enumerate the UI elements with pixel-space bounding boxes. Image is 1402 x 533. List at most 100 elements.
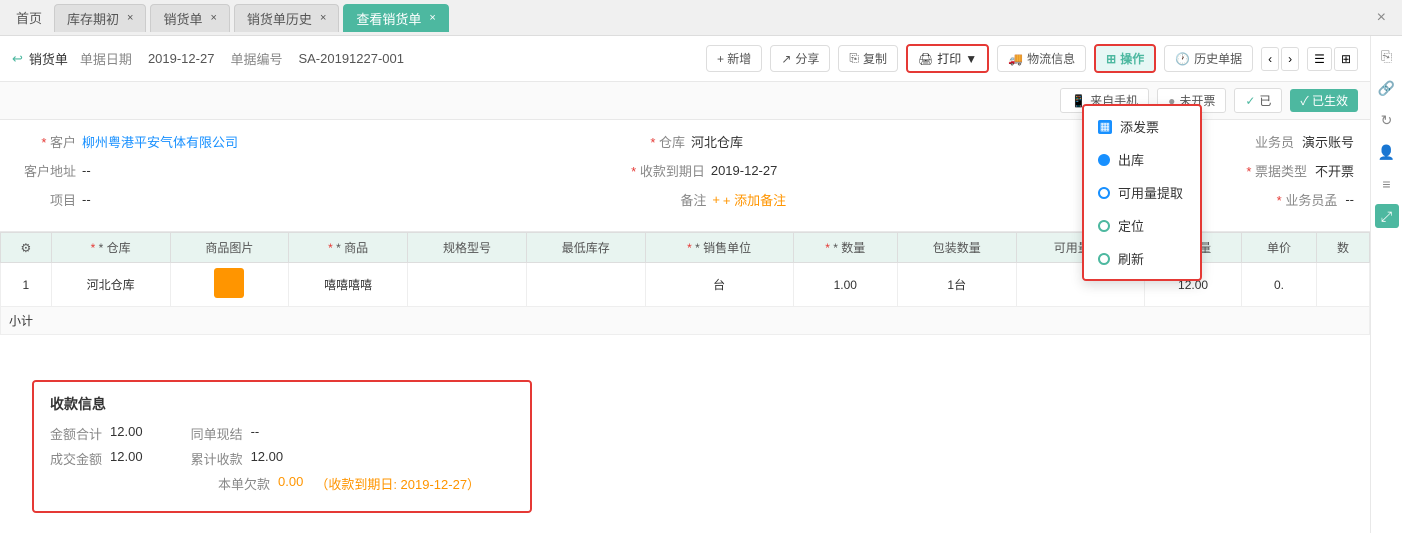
- project-label: 项目: [16, 190, 76, 209]
- row-unit: 台: [645, 263, 793, 307]
- view-buttons: ☰ ⊞: [1307, 47, 1358, 71]
- row-warehouse: 河北仓库: [51, 263, 170, 307]
- copy-icon: ⎘: [849, 51, 859, 66]
- col-min-stock: 最低库存: [526, 233, 645, 263]
- next-button[interactable]: ›: [1281, 47, 1299, 71]
- history-button[interactable]: 🕐 历史单据: [1164, 45, 1253, 72]
- payment-info-panel: 收款信息 金额合计 12.00 同单现结 -- 成交金额 12.00: [32, 380, 532, 513]
- biz-staff-value: --: [1345, 192, 1354, 207]
- sidebar-copy-icon[interactable]: ⎘: [1375, 44, 1399, 68]
- row-price: 0.: [1242, 263, 1317, 307]
- out-warehouse-label: 出库: [1118, 150, 1144, 169]
- sidebar-list-icon[interactable]: ≡: [1375, 172, 1399, 196]
- new-button[interactable]: + 新增: [706, 45, 762, 72]
- history-label: 历史单据: [1194, 50, 1242, 67]
- row-spec: [408, 263, 527, 307]
- dropdown-refresh[interactable]: 刷新: [1084, 242, 1200, 275]
- action-grid-icon: ⊞: [1106, 52, 1116, 66]
- payment-row-3: 本单欠款 0.00 （收款到期日: 2019-12-27）: [50, 474, 514, 493]
- col-gear[interactable]: ⚙: [1, 233, 52, 263]
- tab-view-sales-label: 查看销货单: [356, 9, 421, 28]
- sidebar-user-icon[interactable]: 👤: [1375, 140, 1399, 164]
- logistics-button[interactable]: 🚚 物流信息: [997, 45, 1086, 72]
- print-dropdown-arrow: ▼: [965, 52, 977, 66]
- tab-sales-history-close[interactable]: ×: [320, 12, 326, 24]
- product-image: [214, 268, 244, 298]
- list-view-button[interactable]: ☰: [1307, 47, 1332, 71]
- customer-label: 客户: [16, 132, 76, 151]
- effective-label: 已生效: [1312, 94, 1348, 108]
- no-label: 单据编号: [230, 49, 282, 68]
- transaction-item: 成交金额 12.00: [50, 449, 143, 468]
- tab-inventory-init[interactable]: 库存期初 ×: [54, 4, 146, 32]
- tab-sales-history[interactable]: 销货单历史 ×: [234, 4, 339, 32]
- logistics-icon: 🚚: [1008, 52, 1023, 66]
- dropdown-out-warehouse[interactable]: 出库: [1084, 143, 1200, 176]
- tab-sales-order-close[interactable]: ×: [210, 12, 216, 24]
- add-invoice-label: 添发票: [1120, 117, 1159, 136]
- action-button[interactable]: ⊞ 操作: [1094, 44, 1156, 73]
- no-value: SA-20191227-001: [298, 51, 404, 66]
- amount-total-item: 金额合计 12.00: [50, 424, 143, 443]
- toolbar-right: + 新增 ↗ 分享 ⎘ 复制 🖨 打印 ▼ 🚚 物流信息: [706, 44, 1358, 73]
- out-warehouse-icon: [1098, 154, 1110, 166]
- action-dropdown-menu: ▦ 添发票 出库 可用量提取 定位 刷新: [1082, 104, 1202, 281]
- prev-button[interactable]: ‹: [1261, 47, 1279, 71]
- tab-view-sales-close[interactable]: ×: [429, 12, 435, 24]
- add-note-icon: +: [712, 192, 720, 207]
- ticket-type-label: 票据类型: [1246, 161, 1307, 180]
- col-unit: * * 销售单位: [645, 233, 793, 263]
- date-value: 2019-12-27: [148, 51, 215, 66]
- row-min-stock: [526, 263, 645, 307]
- tab-sales-history-label: 销货单历史: [247, 9, 312, 28]
- history-icon: 🕐: [1175, 52, 1190, 66]
- biz-staff-field: 业务员孟 --: [1277, 190, 1354, 209]
- sidebar-expand-icon[interactable]: ⤢: [1375, 204, 1399, 228]
- tab-sales-order[interactable]: 销货单 ×: [150, 4, 229, 32]
- add-invoice-icon: ▦: [1098, 120, 1112, 134]
- print-button[interactable]: 🖨 打印 ▼: [906, 44, 989, 73]
- share-button[interactable]: ↗ 分享: [770, 45, 830, 72]
- effective-check-icon: ✓: [1300, 94, 1308, 108]
- address-field: 客户地址 --: [16, 161, 631, 180]
- grid-view-button[interactable]: ⊞: [1334, 47, 1358, 71]
- accumulated-item: 累计收款 12.00: [191, 449, 284, 468]
- staff-label: 业务员: [1234, 132, 1294, 151]
- customer-value[interactable]: 柳州粤港平安气体有限公司: [82, 132, 238, 151]
- col-extra: 数: [1316, 233, 1369, 263]
- dropdown-add-invoice[interactable]: ▦ 添发票: [1084, 110, 1200, 143]
- row-extra: [1316, 263, 1369, 307]
- locate-label: 定位: [1118, 216, 1144, 235]
- tab-inventory-init-close[interactable]: ×: [127, 12, 133, 24]
- locate-icon: [1098, 220, 1110, 232]
- col-qty: * * 数量: [793, 233, 897, 263]
- dropdown-locate[interactable]: 定位: [1084, 209, 1200, 242]
- home-label: 首页: [16, 8, 42, 27]
- address-value: --: [82, 163, 91, 178]
- sidebar-link-icon[interactable]: 🔗: [1375, 76, 1399, 100]
- project-field: 项目 --: [16, 190, 646, 209]
- window-close-button[interactable]: ×: [1369, 9, 1394, 27]
- dropdown-qty-extract[interactable]: 可用量提取: [1084, 176, 1200, 209]
- tab-view-sales[interactable]: 查看销货单 ×: [343, 4, 448, 32]
- row-seq: 1: [1, 263, 52, 307]
- sidebar-refresh-icon[interactable]: ↻: [1375, 108, 1399, 132]
- confirm-icon-btn[interactable]: ✓ 已: [1234, 88, 1282, 113]
- warehouse-label: 仓库: [625, 132, 685, 151]
- due-note: （收款到期日: 2019-12-27）: [315, 474, 480, 493]
- current-owe-label: 本单欠款: [218, 474, 270, 493]
- add-note-button[interactable]: + + 添加备注: [712, 190, 786, 209]
- copy-button[interactable]: ⎘ 复制: [838, 45, 898, 72]
- same-order-label: 同单现结: [191, 424, 243, 443]
- col-warehouse: * * 仓库: [51, 233, 170, 263]
- payment-info-title: 收款信息: [50, 394, 514, 414]
- customer-field: 客户 柳州粤港平安气体有限公司: [16, 132, 625, 151]
- same-order-value: --: [251, 424, 260, 443]
- payment-row-2: 成交金额 12.00 累计收款 12.00: [50, 449, 514, 468]
- effective-button[interactable]: ✓ 已生效: [1290, 89, 1358, 112]
- tab-inventory-init-label: 库存期初: [67, 9, 119, 28]
- date-label: 单据日期: [80, 49, 132, 68]
- doc-info: 单据日期 2019-12-27 单据编号 SA-20191227-001: [80, 49, 404, 68]
- tab-home[interactable]: 首页: [8, 4, 50, 31]
- row-pkg-qty: 1台: [897, 263, 1016, 307]
